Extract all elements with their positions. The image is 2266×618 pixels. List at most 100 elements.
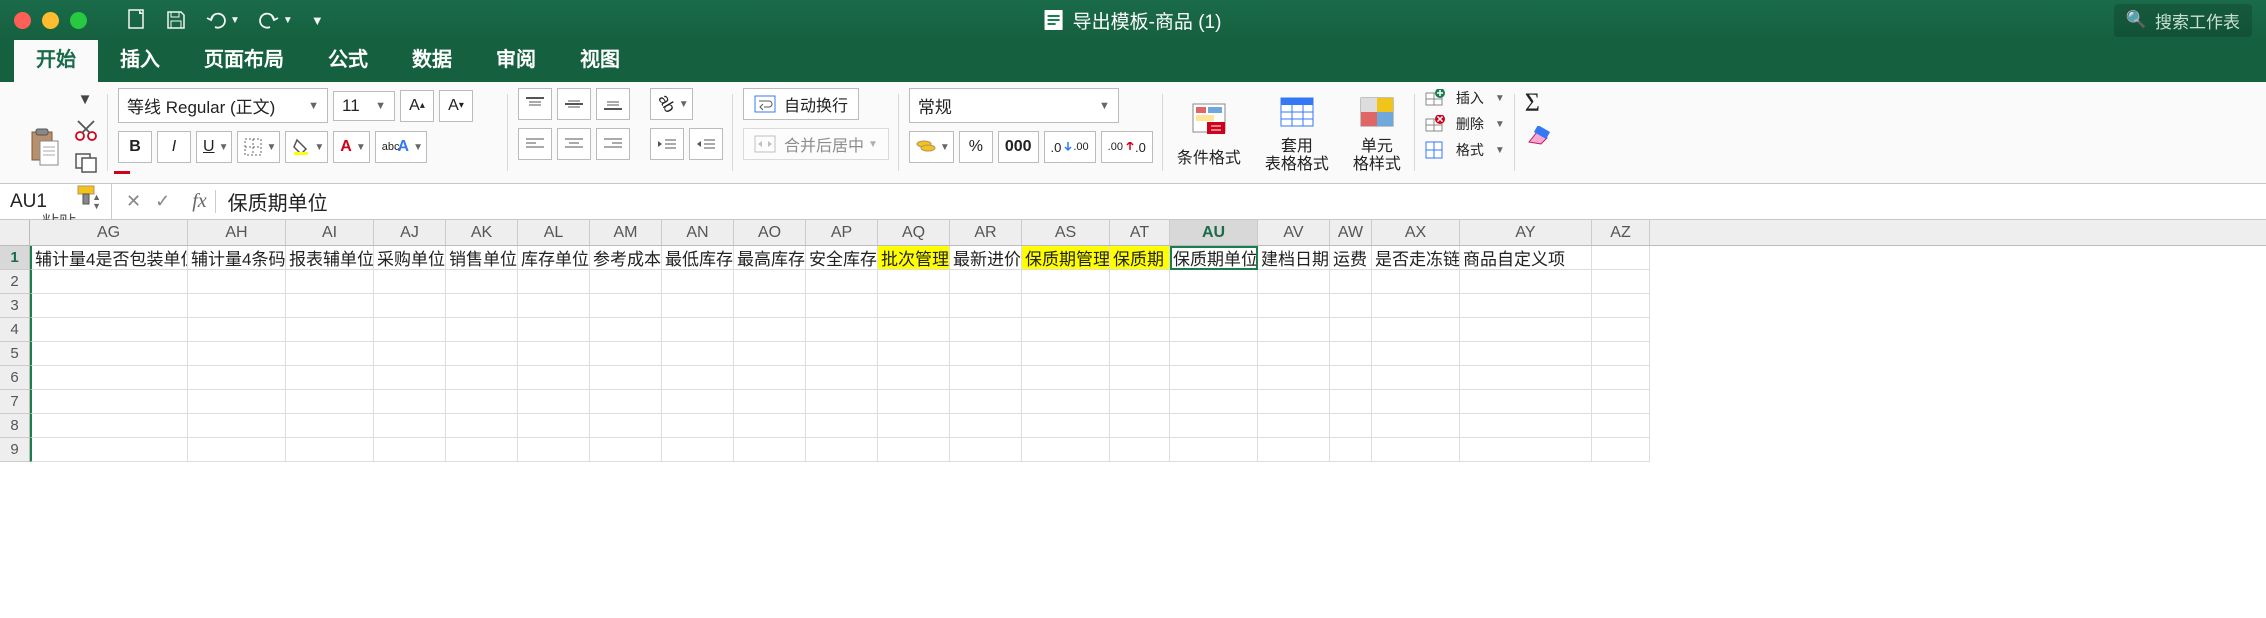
cell-AJ4[interactable] — [374, 318, 446, 342]
column-header-AY[interactable]: AY — [1460, 220, 1592, 245]
cell-AW1[interactable]: 运费 — [1330, 246, 1372, 270]
cell-AL2[interactable] — [518, 270, 590, 294]
cell-AP2[interactable] — [806, 270, 878, 294]
number-format-select[interactable]: 常规▼ — [909, 88, 1119, 123]
cell-AT5[interactable] — [1110, 342, 1170, 366]
cell-AW8[interactable] — [1330, 414, 1372, 438]
qat-customize-icon[interactable]: ▼ — [311, 13, 324, 28]
column-header-AK[interactable]: AK — [446, 220, 518, 245]
cell-AX3[interactable] — [1372, 294, 1460, 318]
cell-AO9[interactable] — [734, 438, 806, 462]
cell-AO1[interactable]: 最高库存 — [734, 246, 806, 270]
cell-AM4[interactable] — [590, 318, 662, 342]
cell-AG6[interactable] — [30, 366, 188, 390]
cell-AX5[interactable] — [1372, 342, 1460, 366]
cell-AK3[interactable] — [446, 294, 518, 318]
cut-icon[interactable] — [74, 120, 98, 142]
cell-AZ5[interactable] — [1592, 342, 1650, 366]
search-sheet-box[interactable]: 🔍 搜索工作表 — [2114, 4, 2252, 37]
cell-AM2[interactable] — [590, 270, 662, 294]
cell-AP7[interactable] — [806, 390, 878, 414]
cell-AQ7[interactable] — [878, 390, 950, 414]
wrap-text-button[interactable]: 自动换行 — [743, 88, 859, 120]
cell-AX4[interactable] — [1372, 318, 1460, 342]
row-header-4[interactable]: 4 — [0, 318, 30, 342]
cell-AS2[interactable] — [1022, 270, 1110, 294]
orientation-button[interactable]: ab▼ — [650, 88, 693, 120]
phonetic-button[interactable]: abcA▼ — [375, 131, 427, 163]
cell-AL5[interactable] — [518, 342, 590, 366]
cell-AR1[interactable]: 最新进价 — [950, 246, 1022, 270]
cell-AN7[interactable] — [662, 390, 734, 414]
align-left-button[interactable] — [518, 128, 552, 160]
cell-AK1[interactable]: 销售单位 — [446, 246, 518, 270]
cell-AU5[interactable] — [1170, 342, 1258, 366]
column-header-AJ[interactable]: AJ — [374, 220, 446, 245]
cell-AH3[interactable] — [188, 294, 286, 318]
tab-数据[interactable]: 数据 — [390, 33, 474, 82]
cell-AJ9[interactable] — [374, 438, 446, 462]
cell-AI2[interactable] — [286, 270, 374, 294]
cell-AJ5[interactable] — [374, 342, 446, 366]
paste-dropdown[interactable]: ▼ — [74, 88, 96, 110]
cell-AQ5[interactable] — [878, 342, 950, 366]
cell-AH1[interactable]: 辅计量4条码 — [188, 246, 286, 270]
cell-AM9[interactable] — [590, 438, 662, 462]
cell-AJ1[interactable]: 采购单位 — [374, 246, 446, 270]
decrease-decimal-button[interactable]: .00.0 — [1101, 131, 1153, 163]
cell-AS4[interactable] — [1022, 318, 1110, 342]
insert-cells-button[interactable]: 插入▼ — [1425, 88, 1505, 108]
format-cells-button[interactable]: 格式▼ — [1425, 140, 1505, 160]
cell-AJ6[interactable] — [374, 366, 446, 390]
cell-AG4[interactable] — [30, 318, 188, 342]
column-header-AZ[interactable]: AZ — [1592, 220, 1650, 245]
cell-AP9[interactable] — [806, 438, 878, 462]
cell-AJ7[interactable] — [374, 390, 446, 414]
cell-AM7[interactable] — [590, 390, 662, 414]
cell-AN2[interactable] — [662, 270, 734, 294]
cell-AU1[interactable]: 保质期单位 — [1170, 246, 1258, 270]
cell-AL6[interactable] — [518, 366, 590, 390]
cell-AN9[interactable] — [662, 438, 734, 462]
autosum-icon[interactable]: Σ — [1525, 88, 1540, 118]
cell-AW9[interactable] — [1330, 438, 1372, 462]
cell-AH2[interactable] — [188, 270, 286, 294]
cell-AJ3[interactable] — [374, 294, 446, 318]
cell-AY4[interactable] — [1460, 318, 1592, 342]
cell-AI4[interactable] — [286, 318, 374, 342]
cell-AV9[interactable] — [1258, 438, 1330, 462]
cell-AX7[interactable] — [1372, 390, 1460, 414]
cell-AW3[interactable] — [1330, 294, 1372, 318]
cell-AP4[interactable] — [806, 318, 878, 342]
minimize-window-button[interactable] — [42, 12, 59, 29]
cell-AL9[interactable] — [518, 438, 590, 462]
cell-AL4[interactable] — [518, 318, 590, 342]
cell-AP6[interactable] — [806, 366, 878, 390]
column-header-AS[interactable]: AS — [1022, 220, 1110, 245]
cell-AW2[interactable] — [1330, 270, 1372, 294]
cell-AP1[interactable]: 安全库存 — [806, 246, 878, 270]
select-all-corner[interactable] — [0, 220, 30, 246]
cell-AW7[interactable] — [1330, 390, 1372, 414]
cell-AL3[interactable] — [518, 294, 590, 318]
cell-AY7[interactable] — [1460, 390, 1592, 414]
column-header-AO[interactable]: AO — [734, 220, 806, 245]
cell-AR2[interactable] — [950, 270, 1022, 294]
conditional-format-button[interactable]: 条件格式 — [1173, 96, 1245, 170]
cell-AW4[interactable] — [1330, 318, 1372, 342]
cell-AG5[interactable] — [30, 342, 188, 366]
enter-formula-icon[interactable]: ✓ — [155, 191, 170, 212]
underline-button[interactable]: U▼ — [196, 131, 232, 163]
cell-AO3[interactable] — [734, 294, 806, 318]
cell-AO4[interactable] — [734, 318, 806, 342]
cell-AG8[interactable] — [30, 414, 188, 438]
cell-AG9[interactable] — [30, 438, 188, 462]
cell-AR6[interactable] — [950, 366, 1022, 390]
undo-icon[interactable]: ▼ — [205, 11, 240, 29]
cell-AK2[interactable] — [446, 270, 518, 294]
cell-AU4[interactable] — [1170, 318, 1258, 342]
fill-color-button[interactable]: ▼ — [285, 131, 328, 163]
cell-AP3[interactable] — [806, 294, 878, 318]
cell-AU7[interactable] — [1170, 390, 1258, 414]
cancel-formula-icon[interactable]: ✕ — [126, 191, 141, 212]
